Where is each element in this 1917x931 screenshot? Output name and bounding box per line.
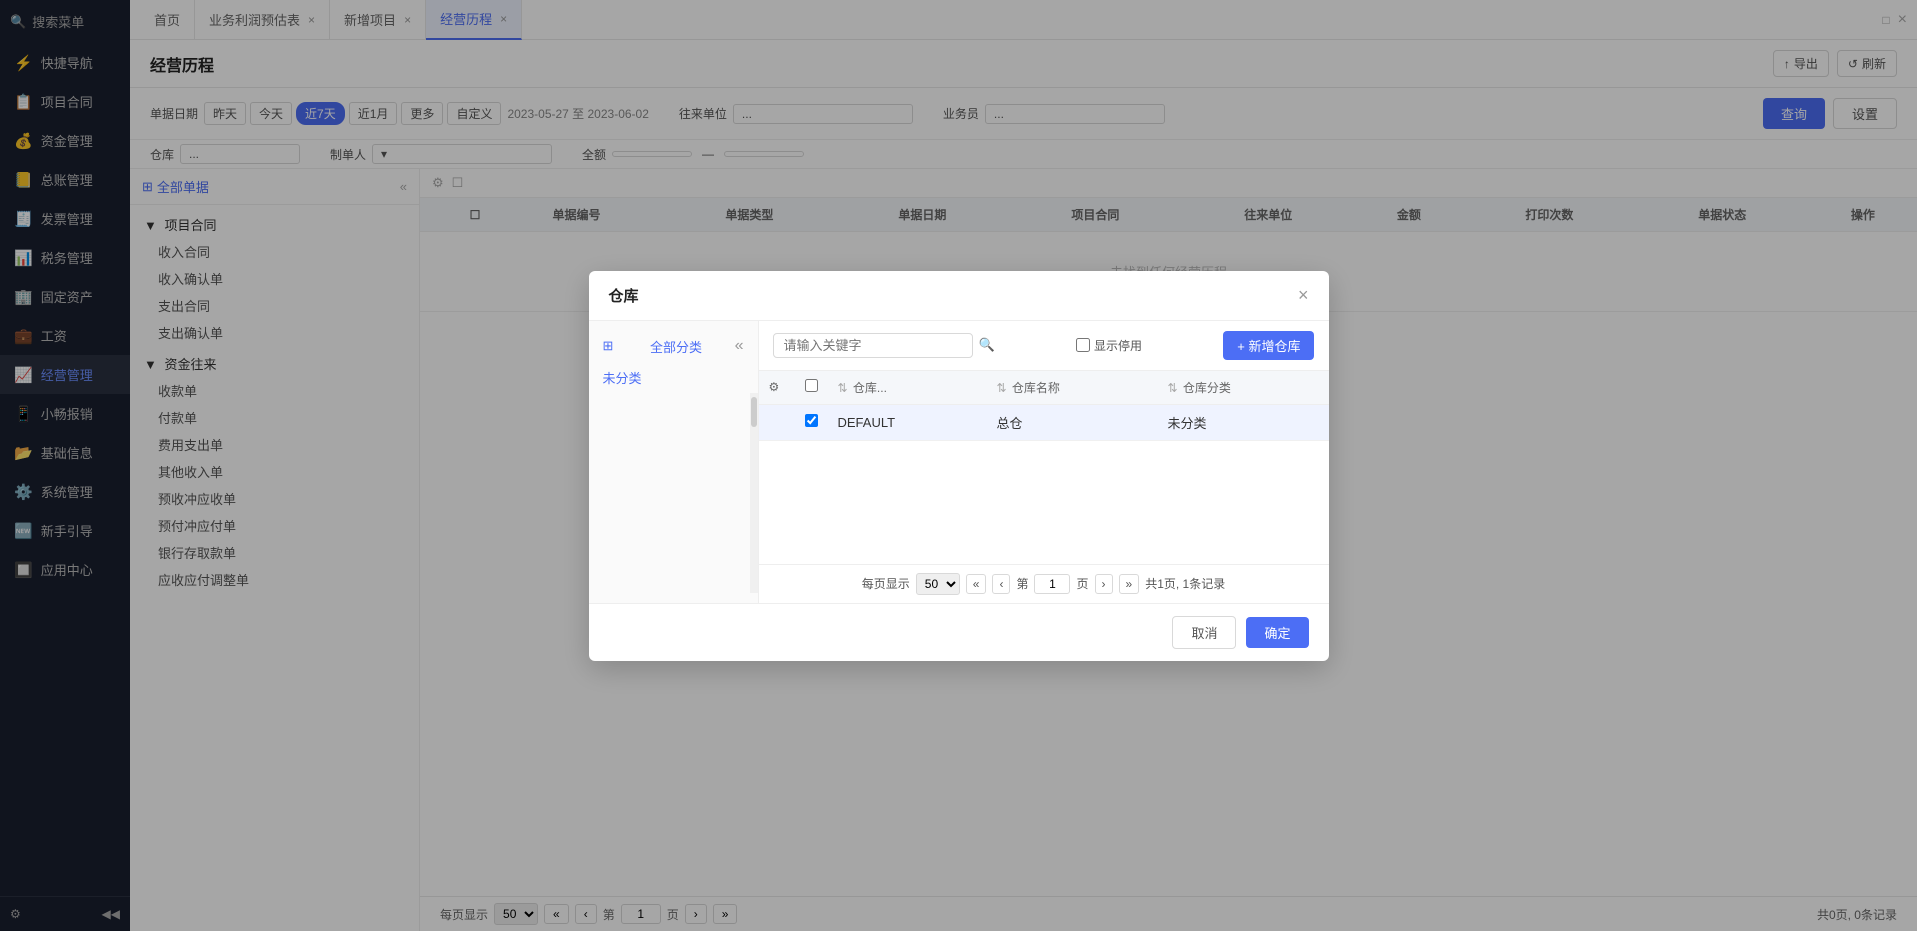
modal-overlay: 仓库 × ⊞ 全部分类 « 未分类 (0, 0, 1917, 931)
sidebar-scrollbar[interactable] (750, 393, 758, 593)
dialog-body: ⊞ 全部分类 « 未分类 (589, 321, 1329, 603)
dialog-toolbar: 🔍 显示停用 + 新增仓库 (759, 321, 1329, 371)
dialog-page-input[interactable] (1034, 574, 1070, 594)
dialog-sidebar-collapse[interactable]: « (735, 337, 744, 355)
dialog-search-input[interactable] (773, 333, 973, 358)
row-code-cell: DEFAULT (828, 404, 987, 440)
row-checkbox-cell (795, 404, 828, 440)
dialog-search: 🔍 (773, 333, 995, 358)
warehouse-dialog: 仓库 × ⊞ 全部分类 « 未分类 (589, 271, 1329, 661)
dialog-search-icon[interactable]: 🔍 (979, 337, 995, 353)
dialog-col-name: ⇅ 仓库名称 (986, 371, 1157, 405)
dialog-col-checkbox (795, 371, 828, 405)
dialog-sidebar-all[interactable]: ⊞ 全部分类 « (589, 331, 758, 362)
sidebar-scroll-area (589, 393, 758, 593)
dialog-prev-btn[interactable]: ‹ (992, 574, 1010, 594)
dialog-last-btn[interactable]: » (1119, 574, 1140, 594)
show-disabled-label: 显示停用 (1094, 337, 1142, 354)
dialog-confirm-btn[interactable]: 确定 (1246, 617, 1308, 648)
dialog-next-btn[interactable]: › (1095, 574, 1113, 594)
col-sort-icon3: ⇅ (1167, 381, 1177, 395)
row-actions-icon: ⚙ (769, 380, 780, 394)
dialog-table-row[interactable]: DEFAULT 总仓 未分类 (759, 404, 1329, 440)
dialog-col-actions: ⚙ (759, 371, 795, 405)
dialog-sidebar: ⊞ 全部分类 « 未分类 (589, 321, 759, 603)
sidebar-scrollbar-thumb (751, 397, 757, 427)
row-checkbox[interactable] (805, 414, 818, 427)
dialog-per-page-select[interactable]: 50 (916, 573, 960, 595)
row-name-cell: 总仓 (986, 404, 1157, 440)
dialog-actions: 取消 确定 (589, 603, 1329, 661)
dialog-sidebar-all-label: 全部分类 (650, 337, 702, 356)
dialog-pagination: 每页显示 50 « ‹ 第 页 › » 共1页, 1条记录 (759, 564, 1329, 603)
dialog-main: 🔍 显示停用 + 新增仓库 ⚙ (759, 321, 1329, 603)
dialog-title: 仓库 (609, 285, 639, 306)
dialog-cancel-btn[interactable]: 取消 (1172, 616, 1236, 649)
col-sort-icon2: ⇅ (996, 381, 1006, 395)
add-warehouse-btn[interactable]: + 新增仓库 (1223, 331, 1314, 360)
dialog-total: 共1页, 1条记录 (1145, 575, 1225, 592)
col-sort-icon: ⇅ (838, 381, 848, 395)
dialog-header: 仓库 × (589, 271, 1329, 321)
dialog-col-category: ⇅ 仓库分类 (1157, 371, 1328, 405)
dialog-sidebar-unclassified-label: 未分类 (603, 371, 642, 386)
dialog-close-btn[interactable]: × (1298, 286, 1309, 304)
dialog-select-all[interactable] (805, 379, 818, 392)
row-actions-cell (759, 404, 795, 440)
dialog-page-suffix: 页 (1076, 575, 1088, 592)
dialog-table: ⚙ ⇅ 仓库... ⇅ (759, 371, 1329, 441)
dialog-page-label: 第 (1016, 575, 1028, 592)
dialog-col-code: ⇅ 仓库... (828, 371, 987, 405)
dialog-sidebar-all-icon: ⊞ (603, 338, 614, 354)
show-disabled-checkbox[interactable] (1076, 338, 1090, 352)
dialog-first-btn[interactable]: « (966, 574, 987, 594)
dialog-table-header: ⚙ ⇅ 仓库... ⇅ (759, 371, 1329, 405)
show-disabled-wrapper: 显示停用 (1076, 337, 1142, 354)
dialog-per-page-label: 每页显示 (862, 575, 910, 592)
dialog-sidebar-unclassified[interactable]: 未分类 (589, 362, 758, 393)
dialog-table-wrapper: ⚙ ⇅ 仓库... ⇅ (759, 371, 1329, 564)
row-category-cell: 未分类 (1157, 404, 1328, 440)
